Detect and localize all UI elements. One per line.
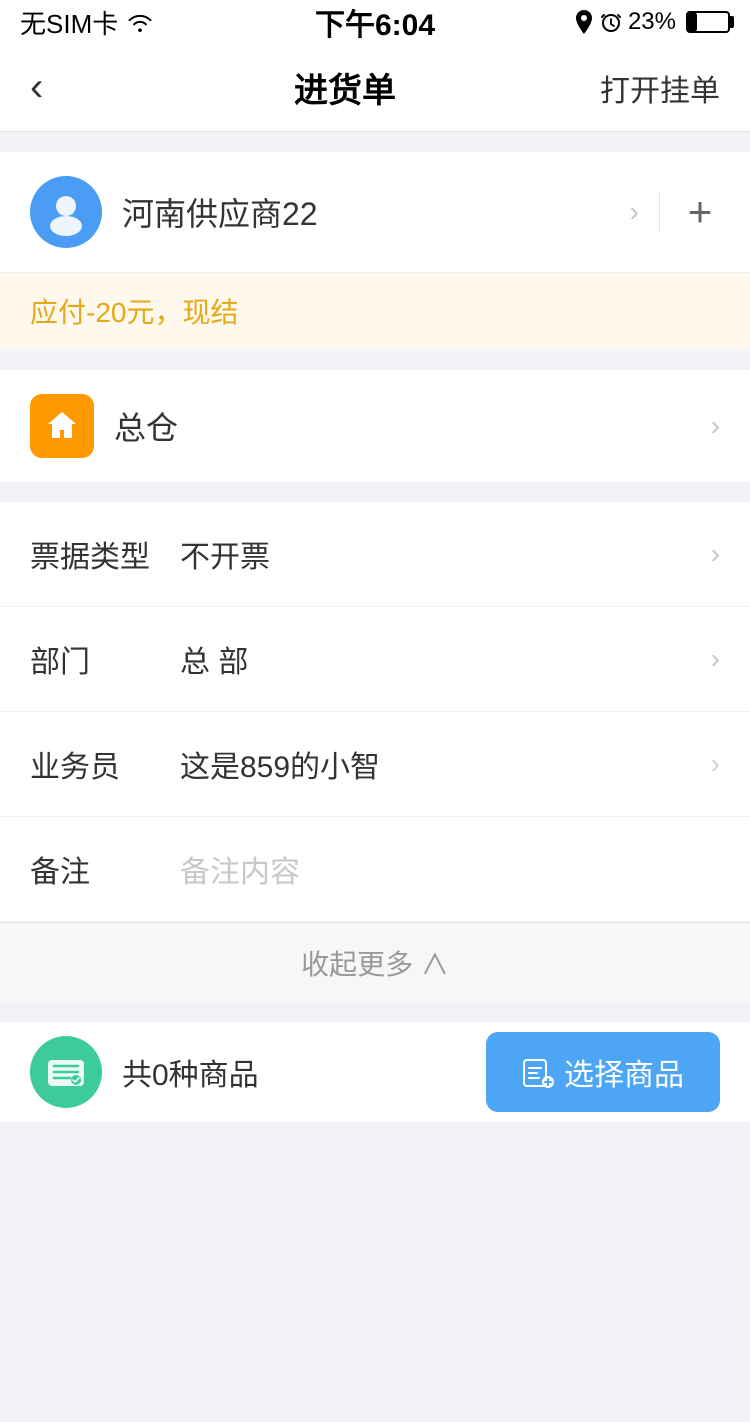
warehouse-chevron-icon: › — [711, 410, 720, 442]
bottom-bar: 共0种商品 选择商品 — [0, 1022, 750, 1122]
product-icon — [30, 1036, 102, 1108]
remark-label: 备注 — [30, 847, 160, 891]
select-product-label: 选择商品 — [564, 1050, 684, 1094]
department-value: 总 部 — [180, 637, 701, 681]
invoice-type-chevron-icon: › — [711, 538, 720, 570]
remark-row[interactable]: 备注 备注内容 — [0, 817, 750, 922]
salesperson-chevron-icon: › — [711, 748, 720, 780]
warehouse-row[interactable]: 总仓 › — [0, 369, 750, 482]
invoice-type-row[interactable]: 票据类型 不开票 › — [0, 502, 750, 607]
status-left: 无SIM卡 — [20, 4, 154, 41]
home-icon — [42, 406, 82, 446]
supplier-row[interactable]: 河南供应商22 › + — [0, 152, 750, 273]
status-bar: 无SIM卡 下午6:04 23% — [0, 0, 750, 44]
carrier-text: 无SIM卡 — [20, 4, 118, 41]
section-gap-3 — [0, 482, 750, 502]
section-gap-1 — [0, 132, 750, 152]
salesperson-row[interactable]: 业务员 这是859的小智 › — [0, 712, 750, 817]
product-count-text: 共0种商品 — [122, 1050, 486, 1094]
warehouse-section: 总仓 › — [0, 369, 750, 482]
warehouse-icon — [30, 394, 94, 458]
invoice-type-value: 不开票 — [180, 532, 701, 576]
cart-icon — [44, 1050, 88, 1094]
notice-banner: 应付-20元，现结 — [0, 273, 750, 349]
select-product-button[interactable]: 选择商品 — [486, 1032, 720, 1112]
supplier-chevron-icon: › — [630, 196, 639, 228]
warehouse-name: 总仓 — [114, 403, 701, 449]
battery-percent: 23% — [628, 8, 676, 36]
add-button[interactable]: + — [680, 188, 720, 236]
page-background — [0, 1122, 750, 1422]
collapse-text: 收起更多 ∧ — [301, 943, 449, 983]
department-label: 部门 — [30, 637, 160, 681]
collapse-row[interactable]: 收起更多 ∧ — [0, 922, 750, 1002]
remark-input[interactable]: 备注内容 — [180, 847, 720, 891]
form-section: 票据类型 不开票 › 部门 总 部 › 业务员 这是859的小智 › 备注 备注… — [0, 502, 750, 922]
open-pending-button[interactable]: 打开挂单 — [600, 66, 720, 110]
nav-bar: ‹ 进货单 打开挂单 — [0, 44, 750, 132]
section-gap-2 — [0, 349, 750, 369]
battery-icon — [686, 11, 730, 33]
salesperson-label: 业务员 — [30, 742, 160, 786]
supplier-name: 河南供应商22 — [122, 189, 630, 235]
back-button[interactable]: ‹ — [30, 65, 90, 110]
section-gap-4 — [0, 1002, 750, 1022]
status-right: 23% — [574, 8, 730, 36]
person-icon — [42, 188, 90, 236]
alarm-icon — [600, 11, 622, 33]
invoice-type-label: 票据类型 — [30, 532, 160, 576]
supplier-divider — [659, 192, 660, 232]
supplier-section: 河南供应商22 › + 应付-20元，现结 — [0, 152, 750, 349]
salesperson-value: 这是859的小智 — [180, 742, 701, 786]
page-title: 进货单 — [294, 63, 396, 112]
department-row[interactable]: 部门 总 部 › — [0, 607, 750, 712]
supplier-avatar — [30, 176, 102, 248]
wifi-icon — [126, 12, 154, 32]
select-product-icon — [522, 1056, 554, 1088]
status-time: 下午6:04 — [315, 0, 435, 44]
location-icon — [574, 10, 594, 34]
department-chevron-icon: › — [711, 643, 720, 675]
